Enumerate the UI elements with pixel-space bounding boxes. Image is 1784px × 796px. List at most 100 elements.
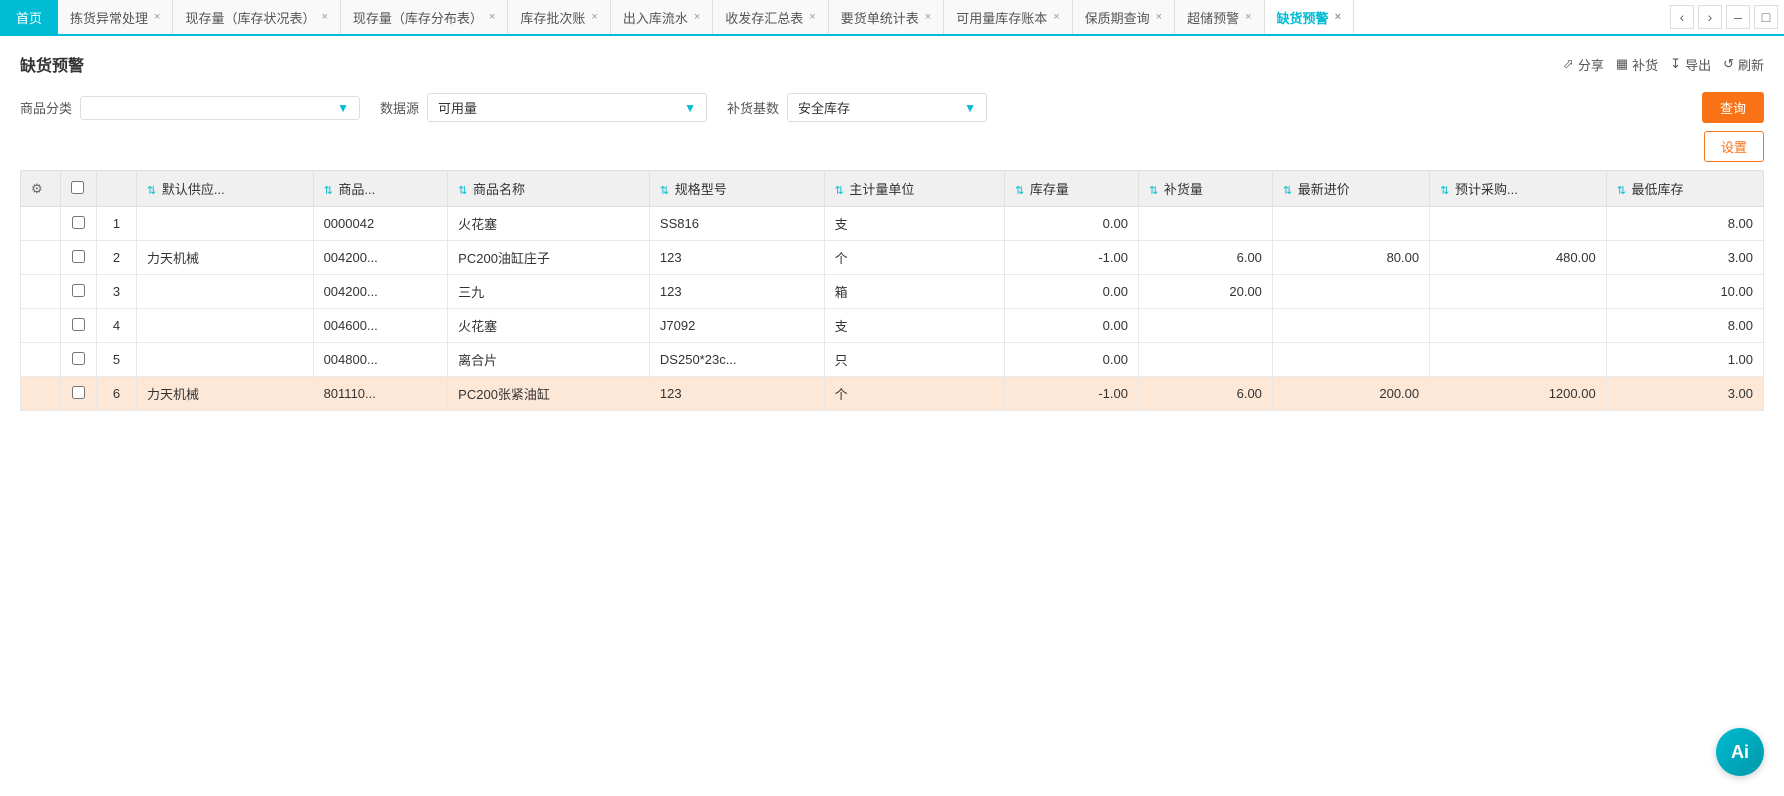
- row-replenish-qty: 6.00: [1138, 377, 1272, 411]
- col-latest-price[interactable]: ⇅ 最新进价: [1272, 171, 1429, 207]
- tab-order-stats[interactable]: 要货单统计表 ×: [829, 0, 944, 35]
- tab-expiry-query[interactable]: 保质期查询 ×: [1073, 0, 1175, 35]
- tab-maximize-button[interactable]: □: [1754, 5, 1778, 29]
- row-select-checkbox[interactable]: [72, 216, 85, 229]
- row-default-supplier: [137, 207, 314, 241]
- row-latest-price: 80.00: [1272, 241, 1429, 275]
- export-button[interactable]: ↧ 导出: [1670, 55, 1711, 74]
- query-button[interactable]: 查询: [1702, 92, 1764, 123]
- row-product-name: 三九: [448, 275, 650, 309]
- row-settings: [21, 207, 61, 241]
- row-product-name: 火花塞: [448, 309, 650, 343]
- col-min-stock[interactable]: ⇅ 最低库存: [1606, 171, 1763, 207]
- tab-defect-process[interactable]: 拣货异常处理 ×: [58, 0, 173, 35]
- row-checkbox[interactable]: [61, 275, 97, 309]
- row-num: 2: [97, 241, 137, 275]
- tab-close-icon[interactable]: ×: [591, 11, 597, 23]
- replenish-button[interactable]: ▦ 补货: [1616, 55, 1658, 74]
- tab-batch-account[interactable]: 库存批次账 ×: [508, 0, 610, 35]
- refresh-button[interactable]: ↺ 刷新: [1723, 55, 1764, 74]
- tab-close-icon[interactable]: ×: [925, 11, 931, 23]
- tab-label: 要货单统计表: [841, 8, 919, 27]
- row-num: 4: [97, 309, 137, 343]
- row-checkbox[interactable]: [61, 241, 97, 275]
- tab-inventory-dist[interactable]: 现存量（库存分布表） ×: [341, 0, 508, 35]
- tab-receive-summary[interactable]: 收发存汇总表 ×: [713, 0, 828, 35]
- row-default-supplier: [137, 343, 314, 377]
- tab-close-icon[interactable]: ×: [1245, 11, 1251, 23]
- row-est-purchase: [1430, 309, 1607, 343]
- row-spec: SS816: [649, 207, 824, 241]
- row-checkbox[interactable]: [61, 343, 97, 377]
- share-button[interactable]: ⬀ 分享: [1563, 55, 1604, 74]
- row-select-checkbox[interactable]: [72, 284, 85, 297]
- datasource-filter-group: 数据源 可用量 ▼: [380, 93, 707, 122]
- category-select[interactable]: ▼: [80, 96, 360, 120]
- category-label: 商品分类: [20, 98, 72, 117]
- row-stock: -1.00: [1005, 377, 1139, 411]
- tab-close-icon[interactable]: ×: [489, 11, 495, 23]
- sort-icon: ⇅: [458, 185, 467, 197]
- tab-in-out-flow[interactable]: 出入库流水 ×: [611, 0, 713, 35]
- tab-close-icon[interactable]: ×: [694, 11, 700, 23]
- col-unit[interactable]: ⇅ 主计量单位: [824, 171, 1004, 207]
- col-stock[interactable]: ⇅ 库存量: [1005, 171, 1139, 207]
- row-select-checkbox[interactable]: [72, 386, 85, 399]
- tab-overstock[interactable]: 超储预警 ×: [1175, 0, 1264, 35]
- col-product-name[interactable]: ⇅ 商品名称: [448, 171, 650, 207]
- tab-close-icon[interactable]: ×: [1335, 11, 1341, 23]
- col-spec[interactable]: ⇅ 规格型号: [649, 171, 824, 207]
- tab-available-ledger[interactable]: 可用量库存账本 ×: [944, 0, 1072, 35]
- col-est-purchase[interactable]: ⇅ 预计采购...: [1430, 171, 1607, 207]
- col-default-supplier[interactable]: ⇅ 默认供应...: [137, 171, 314, 207]
- row-spec: J7092: [649, 309, 824, 343]
- tab-close-icon[interactable]: ×: [1053, 11, 1059, 23]
- row-unit: 个: [824, 377, 1004, 411]
- table-row: 6 力天机械 801110... PC200张紧油缸 123 个 -1.00 6…: [21, 377, 1764, 411]
- row-product-name: 离合片: [448, 343, 650, 377]
- table-header-row: ⚙ ⇅ 默认供应... ⇅ 商品... ⇅ 商品名称: [21, 171, 1764, 207]
- row-select-checkbox[interactable]: [72, 318, 85, 331]
- export-label: 导出: [1685, 55, 1711, 74]
- tab-label: 库存批次账: [520, 8, 585, 27]
- tab-next-button[interactable]: ›: [1698, 5, 1722, 29]
- tab-close-icon[interactable]: ×: [1156, 11, 1162, 23]
- table-row: 5 004800... 离合片 DS250*23c... 只 0.00 1.00: [21, 343, 1764, 377]
- tab-home[interactable]: 首页: [0, 0, 58, 35]
- col-product-code[interactable]: ⇅ 商品...: [313, 171, 448, 207]
- tab-inventory-status[interactable]: 现存量（库存状况表） ×: [173, 0, 340, 35]
- table-row: 3 004200... 三九 123 箱 0.00 20.00 10.00: [21, 275, 1764, 309]
- tab-close-icon[interactable]: ×: [154, 11, 160, 23]
- datasource-select[interactable]: 可用量 ▼: [427, 93, 707, 122]
- row-checkbox[interactable]: [61, 207, 97, 241]
- row-spec: DS250*23c...: [649, 343, 824, 377]
- replenish-base-select[interactable]: 安全库存 ▼: [787, 93, 987, 122]
- row-product-name: 火花塞: [448, 207, 650, 241]
- row-min-stock: 8.00: [1606, 207, 1763, 241]
- ai-badge[interactable]: Ai: [1716, 728, 1764, 776]
- gear-icon[interactable]: ⚙: [31, 181, 43, 196]
- row-product-code: 004200...: [313, 275, 448, 309]
- row-est-purchase: 480.00: [1430, 241, 1607, 275]
- tab-close-icon[interactable]: ×: [809, 11, 815, 23]
- tab-minimize-button[interactable]: ‒: [1726, 5, 1750, 29]
- col-checkbox: [61, 171, 97, 207]
- row-checkbox[interactable]: [61, 377, 97, 411]
- header-actions: ⬀ 分享 ▦ 补货 ↧ 导出 ↺ 刷新: [1563, 55, 1764, 74]
- col-replenish-qty[interactable]: ⇅ 补货量: [1138, 171, 1272, 207]
- sort-icon: ⇅: [1617, 185, 1626, 197]
- row-replenish-qty: [1138, 309, 1272, 343]
- row-select-checkbox[interactable]: [72, 352, 85, 365]
- row-est-purchase: [1430, 343, 1607, 377]
- datasource-value: 可用量: [438, 98, 477, 117]
- tab-prev-button[interactable]: ‹: [1670, 5, 1694, 29]
- row-product-code: 0000042: [313, 207, 448, 241]
- settings-button[interactable]: 设置: [1704, 131, 1764, 162]
- row-checkbox[interactable]: [61, 309, 97, 343]
- row-product-name: PC200张紧油缸: [448, 377, 650, 411]
- select-all-checkbox[interactable]: [71, 181, 84, 194]
- row-select-checkbox[interactable]: [72, 250, 85, 263]
- tab-shortage[interactable]: 缺货预警 ×: [1265, 0, 1354, 36]
- sort-icon: ⇅: [660, 185, 669, 197]
- tab-close-icon[interactable]: ×: [321, 11, 327, 23]
